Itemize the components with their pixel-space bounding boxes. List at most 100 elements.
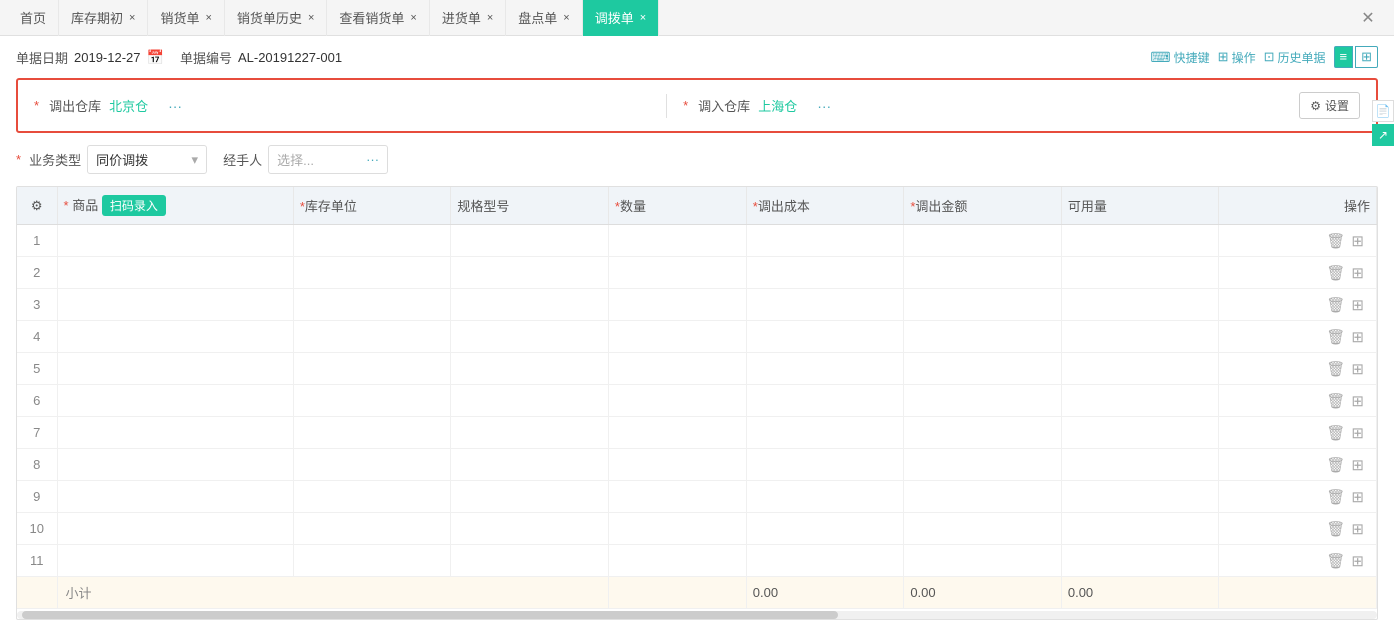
row-4-copy-icon[interactable]: ⊞ xyxy=(1351,328,1364,346)
row-1-product[interactable] xyxy=(57,225,293,257)
tab-home[interactable]: 首页 xyxy=(8,0,59,36)
tab-close-sales-history[interactable]: × xyxy=(308,12,314,24)
table-row: 2 🗑⊞ xyxy=(17,257,1377,289)
grid-icon: ⊞ xyxy=(1218,49,1229,65)
tab-sales-order[interactable]: 销货单 × xyxy=(148,0,224,36)
tab-close-stocktake[interactable]: × xyxy=(563,12,569,24)
biz-type-label: 业务类型 xyxy=(29,150,81,169)
row-1-cost[interactable] xyxy=(746,225,904,257)
tab-view-sales[interactable]: 查看销货单 × xyxy=(327,0,429,36)
warehouse-section: 调出仓库 北京仓 ··· 调入仓库 上海仓 ··· ⚙ 设置 xyxy=(16,78,1378,133)
doc-label: 单据编号 xyxy=(180,48,232,67)
agent-select[interactable]: 选择... ··· xyxy=(268,145,388,174)
warehouse-out-value[interactable]: 北京仓 xyxy=(109,96,148,115)
th-qty: *数量 xyxy=(608,187,746,225)
agent-label: 经手人 xyxy=(223,150,262,169)
tab-stocktake[interactable]: 盘点单 × xyxy=(506,0,582,36)
row-3-copy-icon[interactable]: ⊞ xyxy=(1351,296,1364,314)
th-gear[interactable]: ⚙ xyxy=(17,187,57,225)
row-1-copy-icon[interactable]: ⊞ xyxy=(1351,232,1364,250)
tab-sales-history[interactable]: 销货单历史 × xyxy=(225,0,327,36)
biz-type-value: 同价调拨 xyxy=(96,150,148,169)
window-close-button[interactable]: ✕ xyxy=(1350,0,1386,36)
tab-close-sales-order[interactable]: × xyxy=(205,12,211,24)
table-row: 9 🗑⊞ xyxy=(17,481,1377,513)
row-1-qty[interactable] xyxy=(608,225,746,257)
toolbar-right: ⌨ 快捷键 ⊞ 操作 ⊡ 历史单据 ≡ ⊞ xyxy=(1150,46,1378,68)
history-doc-button[interactable]: ⊡ 历史单据 xyxy=(1264,49,1326,66)
warehouse-out-label xyxy=(34,98,41,113)
row-4-delete-icon[interactable]: 🗑 xyxy=(1326,328,1345,346)
sidebar-doc-icon[interactable]: 📄 xyxy=(1372,100,1394,122)
warehouse-in-value[interactable]: 上海仓 xyxy=(758,96,797,115)
tab-purchase[interactable]: 进货单 × xyxy=(430,0,506,36)
th-amount: *调出金额 xyxy=(904,187,1062,225)
scrollbar-thumb[interactable] xyxy=(22,611,838,619)
warehouse-divider xyxy=(666,94,667,118)
row-9-delete-icon[interactable]: 🗑 xyxy=(1326,488,1345,506)
calendar-icon[interactable]: 📅 xyxy=(147,49,164,66)
table-row: 11 🗑⊞ xyxy=(17,545,1377,577)
date-value: 2019-12-27 xyxy=(74,50,141,65)
biz-type-field: 业务类型 同价调拨 ▾ xyxy=(16,145,207,174)
right-sidebar: 📄 ↗ xyxy=(1372,100,1394,146)
tab-close-transfer[interactable]: × xyxy=(640,12,646,24)
th-unit: *库存单位 xyxy=(293,187,451,225)
form-row-biz: 业务类型 同价调拨 ▾ 经手人 选择... ··· xyxy=(16,145,1378,174)
horizontal-scrollbar[interactable] xyxy=(17,611,1377,619)
warehouse-in-field: 调入仓库 上海仓 ··· xyxy=(683,96,1299,115)
tab-close-purchase[interactable]: × xyxy=(487,12,493,24)
row-8-delete-icon[interactable]: 🗑 xyxy=(1326,456,1345,474)
th-spec: 规格型号 xyxy=(451,187,609,225)
row-8-copy-icon[interactable]: ⊞ xyxy=(1351,456,1364,474)
row-2-copy-icon[interactable]: ⊞ xyxy=(1351,264,1364,282)
row-1-avail[interactable] xyxy=(1061,225,1219,257)
operation-button[interactable]: ⊞ 操作 xyxy=(1218,49,1256,66)
row-7-copy-icon[interactable]: ⊞ xyxy=(1351,424,1364,442)
list-view-button[interactable]: ≡ xyxy=(1334,46,1354,68)
th-avail: 可用量 xyxy=(1061,187,1219,225)
row-10-delete-icon[interactable]: 🗑 xyxy=(1326,520,1345,538)
settings-button[interactable]: ⚙ 设置 xyxy=(1299,92,1360,119)
tab-close-inventory-init[interactable]: × xyxy=(129,12,135,24)
main-content: 单据日期 2019-12-27 📅 单据编号 AL-20191227-001 ⌨… xyxy=(0,36,1394,630)
row-1-delete-icon[interactable]: 🗑 xyxy=(1326,232,1345,250)
row-1-amount[interactable] xyxy=(904,225,1062,257)
row-7-delete-icon[interactable]: 🗑 xyxy=(1326,424,1345,442)
row-3-delete-icon[interactable]: 🗑 xyxy=(1326,296,1345,314)
subtotal-avail: 0.00 xyxy=(1061,577,1219,609)
th-cost: *调出成本 xyxy=(746,187,904,225)
row-6-copy-icon[interactable]: ⊞ xyxy=(1351,392,1364,410)
row-10-copy-icon[interactable]: ⊞ xyxy=(1351,520,1364,538)
warehouse-in-label-text: 调入仓库 xyxy=(698,96,750,115)
row-11-copy-icon[interactable]: ⊞ xyxy=(1351,552,1364,570)
table-row: 4 🗑⊞ xyxy=(17,321,1377,353)
tab-inventory-init[interactable]: 库存期初 × xyxy=(59,0,148,36)
grid-view-button[interactable]: ⊞ xyxy=(1355,46,1378,68)
row-11-delete-icon[interactable]: 🗑 xyxy=(1326,552,1345,570)
row-5-copy-icon[interactable]: ⊞ xyxy=(1351,360,1364,378)
row-1-unit[interactable] xyxy=(293,225,451,257)
warehouse-in-more[interactable]: ··· xyxy=(817,98,831,114)
biz-type-select[interactable]: 同价调拨 ▾ xyxy=(87,145,207,174)
table-row: 7 🗑⊞ xyxy=(17,417,1377,449)
sidebar-export-icon[interactable]: ↗ xyxy=(1372,124,1394,146)
shortcut-key-button[interactable]: ⌨ 快捷键 xyxy=(1150,49,1209,66)
row-2-delete-icon[interactable]: 🗑 xyxy=(1326,264,1345,282)
warehouse-out-more[interactable]: ··· xyxy=(168,98,182,114)
history-icon: ⊡ xyxy=(1264,49,1275,65)
row-1-spec[interactable] xyxy=(451,225,609,257)
row-9-copy-icon[interactable]: ⊞ xyxy=(1351,488,1364,506)
th-ops: 操作 xyxy=(1219,187,1377,225)
scan-button[interactable]: 扫码录入 xyxy=(102,195,166,216)
gear-icon: ⚙ xyxy=(1310,99,1321,113)
doc-value: AL-20191227-001 xyxy=(238,50,342,65)
tab-close-view-sales[interactable]: × xyxy=(410,12,416,24)
table-row: 6 🗑⊞ xyxy=(17,385,1377,417)
agent-more-icon: ··· xyxy=(366,152,379,167)
tab-transfer[interactable]: 调拨单 × xyxy=(583,0,659,36)
view-toggle: ≡ ⊞ xyxy=(1334,46,1379,68)
row-5-delete-icon[interactable]: 🗑 xyxy=(1326,360,1345,378)
table-row: 8 🗑⊞ xyxy=(17,449,1377,481)
row-6-delete-icon[interactable]: 🗑 xyxy=(1326,392,1345,410)
